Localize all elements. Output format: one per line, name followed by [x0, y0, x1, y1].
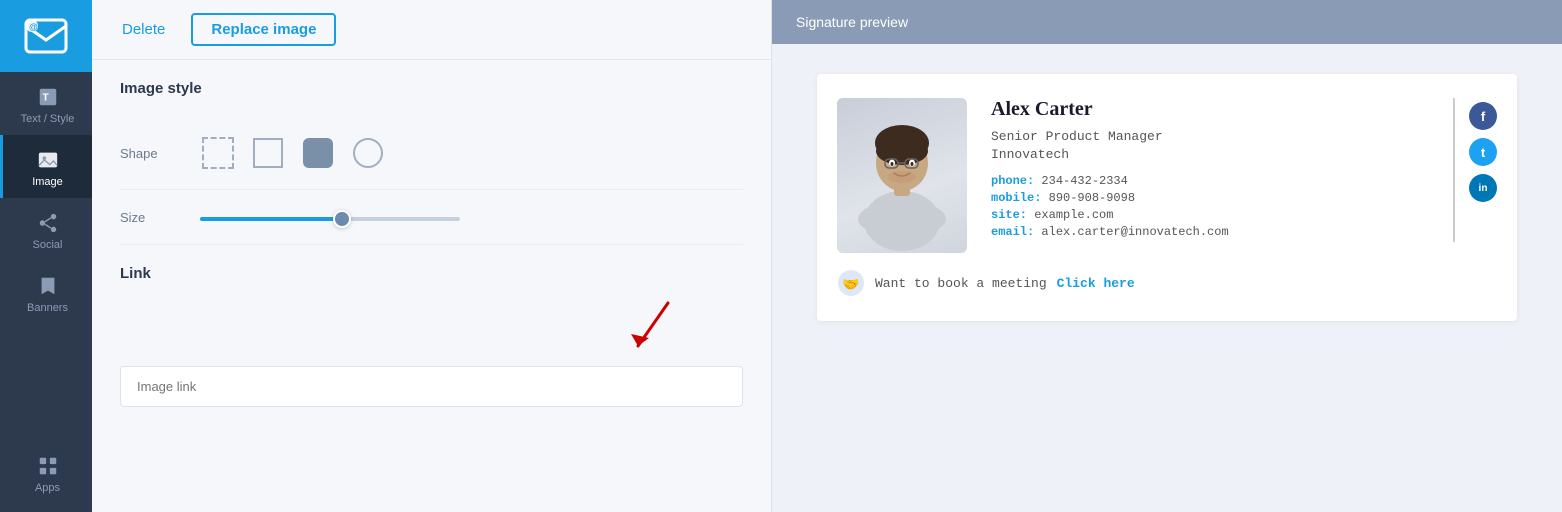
content-area: Image style Shape Size [92, 60, 771, 512]
signature-contact: phone: 234-432-2334 mobile: 890-908-9098… [991, 174, 1433, 239]
cta-link[interactable]: Click here [1057, 276, 1135, 291]
shape-circle-option[interactable] [350, 135, 386, 171]
delete-button[interactable]: Delete [112, 15, 175, 44]
phone-label: phone: [991, 174, 1034, 188]
svg-text:@: @ [29, 22, 38, 32]
site-value-text: example.com [1034, 208, 1113, 222]
shape-square-icon [253, 138, 283, 168]
mobile-label: mobile: [991, 191, 1041, 205]
sidebar-item-text-style[interactable]: T Text / Style [0, 72, 92, 135]
sidebar-item-banners-label: Banners [27, 302, 68, 314]
signature-footer: 🤝 Want to book a meeting Click here [837, 269, 1497, 297]
svg-text:T: T [42, 93, 49, 104]
image-icon [37, 149, 59, 171]
shape-dashed-option[interactable] [200, 135, 236, 171]
shape-rounded-option[interactable] [300, 135, 336, 171]
signature-title: Senior Product Manager [991, 127, 1433, 147]
size-slider[interactable] [200, 217, 460, 221]
signature-body: Alex Carter Senior Product Manager Innov… [837, 98, 1497, 253]
email-label: email: [991, 225, 1034, 239]
phone-value-text: 234-432-2334 [1041, 174, 1127, 188]
shape-options [200, 135, 386, 171]
signature-name: Alex Carter [991, 98, 1433, 121]
social-icon [37, 212, 59, 234]
signature-info: Alex Carter Senior Product Manager Innov… [987, 98, 1455, 242]
arrow-down-icon [603, 298, 683, 358]
signature-social: f t in [1455, 98, 1497, 202]
signature-photo [837, 98, 967, 253]
sidebar-item-banners[interactable]: Banners [0, 261, 92, 324]
preview-header-title: Signature preview [796, 14, 908, 30]
sidebar-item-text-style-label: Text / Style [21, 113, 75, 125]
image-style-title: Image style [120, 80, 743, 97]
shape-label: Shape [120, 146, 200, 161]
mobile-row: mobile: 890-908-9098 [991, 191, 1433, 205]
site-row: site: example.com [991, 208, 1433, 222]
sidebar-item-social[interactable]: Social [0, 198, 92, 261]
signature-photo-inner [837, 98, 967, 253]
social-twitter-button[interactable]: t [1469, 138, 1497, 166]
main-panel: Delete Replace image Image style Shape [92, 0, 772, 512]
logo-icon: @ [22, 12, 70, 60]
sidebar-item-apps[interactable]: Apps [0, 441, 92, 504]
size-label: Size [120, 210, 200, 225]
signature-card: Alex Carter Senior Product Manager Innov… [817, 74, 1517, 321]
apps-icon [37, 455, 59, 477]
sidebar-item-image-label: Image [32, 176, 63, 188]
cta-text: Want to book a meeting [875, 276, 1047, 291]
size-row: Size [120, 190, 743, 245]
social-linkedin-button[interactable]: in [1469, 174, 1497, 202]
preview-header: Signature preview [772, 0, 1562, 44]
preview-content: Alex Carter Senior Product Manager Innov… [772, 44, 1562, 512]
mobile-value-text: 890-908-9098 [1049, 191, 1135, 205]
phone-row: phone: 234-432-2334 [991, 174, 1433, 188]
sidebar-item-image[interactable]: Image [0, 135, 92, 198]
image-link-input[interactable] [120, 366, 743, 407]
arrow-indicator [120, 298, 743, 358]
sidebar: @ T Text / Style Image Social Banne [0, 0, 92, 512]
person-illustration [842, 101, 962, 251]
svg-text:🤝: 🤝 [842, 278, 859, 294]
toolbar: Delete Replace image [92, 0, 771, 60]
text-style-icon: T [37, 86, 59, 108]
shape-dashed-icon [202, 137, 234, 169]
email-value-text: alex.carter@innovatech.com [1041, 225, 1228, 239]
link-section: Link [120, 265, 743, 407]
sidebar-logo: @ [0, 0, 92, 72]
banners-icon [37, 275, 59, 297]
size-slider-container [200, 208, 743, 226]
shape-square-option[interactable] [250, 135, 286, 171]
site-label: site: [991, 208, 1027, 222]
social-facebook-button[interactable]: f [1469, 102, 1497, 130]
link-title: Link [120, 265, 743, 282]
email-row: email: alex.carter@innovatech.com [991, 225, 1433, 239]
sidebar-item-social-label: Social [33, 239, 63, 251]
shape-rounded-icon [303, 138, 333, 168]
meeting-icon: 🤝 [837, 269, 865, 297]
preview-panel: Signature preview [772, 0, 1562, 512]
replace-image-button[interactable]: Replace image [191, 13, 336, 46]
shape-row: Shape [120, 117, 743, 190]
signature-company: Innovatech [991, 147, 1433, 162]
sidebar-item-apps-label: Apps [35, 482, 60, 494]
shape-circle-icon [353, 138, 383, 168]
